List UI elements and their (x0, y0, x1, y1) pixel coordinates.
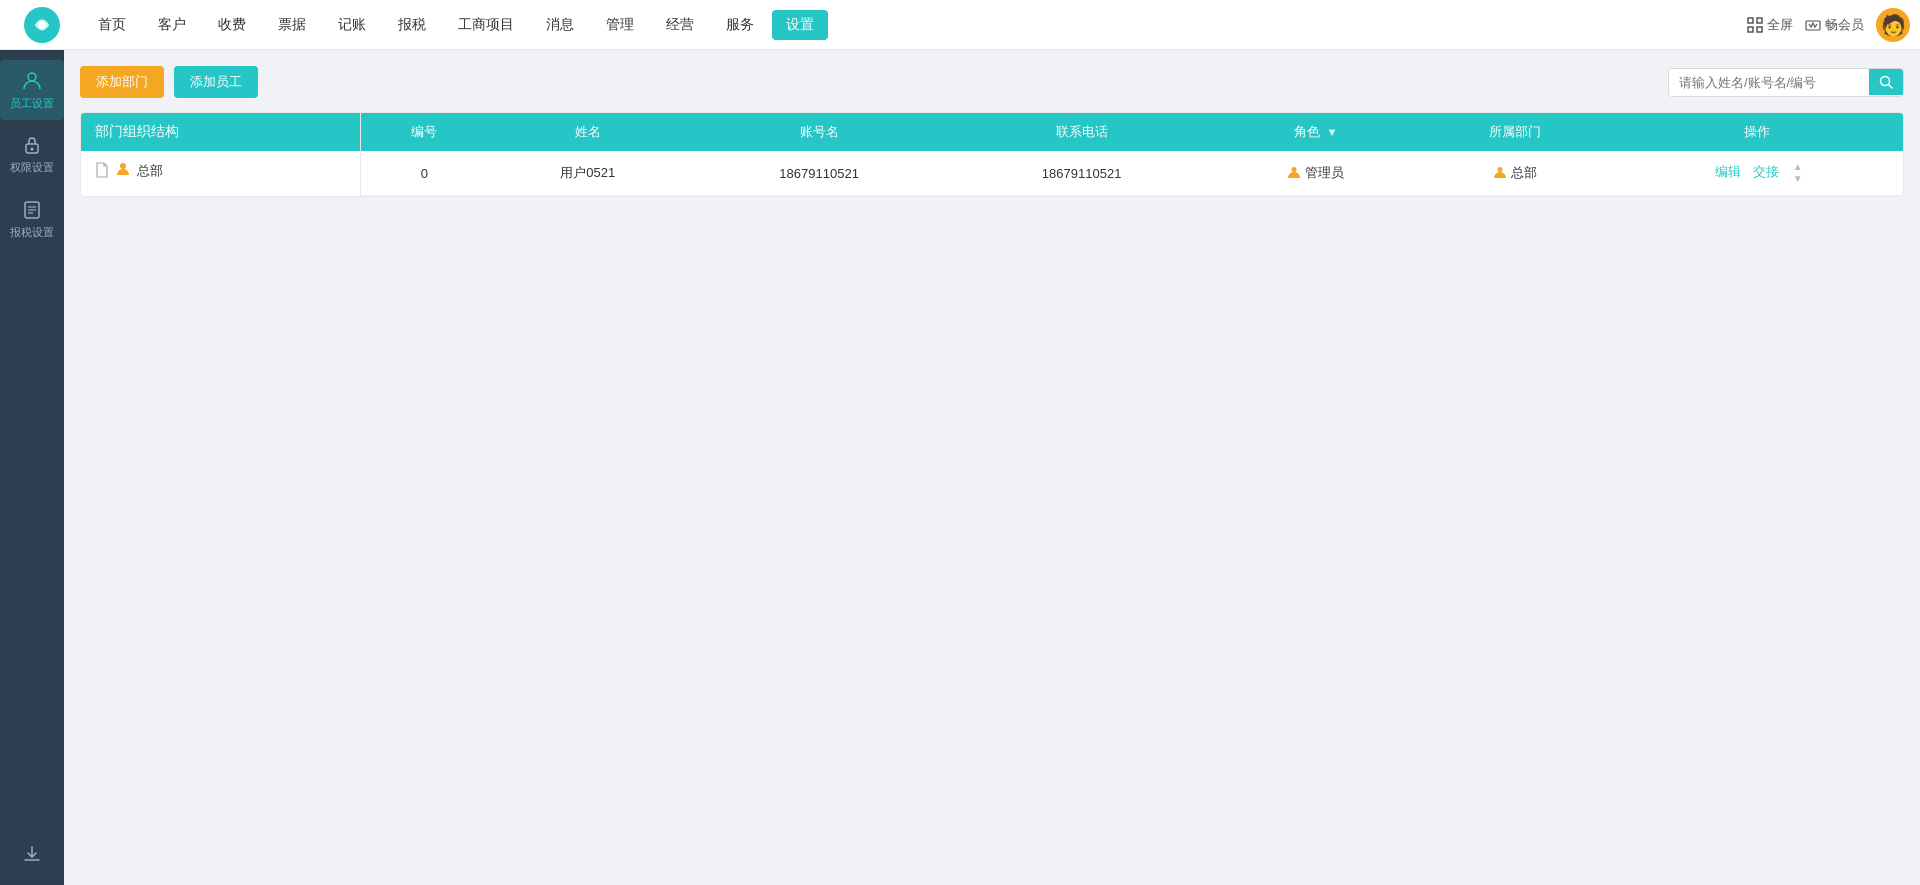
tax-settings-icon (21, 199, 43, 221)
table-header-row: 编号 姓名 账号名 联系电话 角色 ▼ 所属部门 操作 (361, 113, 1903, 151)
cell-action: 编辑 交接 ▲ ▼ (1611, 151, 1903, 196)
nav-fee[interactable]: 收费 (204, 10, 260, 40)
svg-rect-4 (1748, 27, 1753, 32)
col-action: 操作 (1611, 113, 1903, 151)
scroll-down-arrow: ▼ (1793, 173, 1803, 185)
add-emp-button[interactable]: 添加员工 (174, 66, 258, 98)
nav-business[interactable]: 工商项目 (444, 10, 528, 40)
svg-rect-3 (1757, 18, 1762, 23)
sidebar-download-button[interactable] (0, 833, 64, 875)
scroll-up-arrow: ▲ (1793, 161, 1803, 173)
filter-icon: ▼ (1326, 126, 1337, 138)
main-content: 添加部门 添加员工 部门组织结构 (64, 50, 1920, 885)
col-role[interactable]: 角色 ▼ (1213, 113, 1418, 151)
lock-icon (21, 134, 43, 156)
file-icon (95, 162, 109, 181)
dept-tree: 部门组织结构 总部 (81, 113, 361, 196)
nav-client[interactable]: 客户 (144, 10, 200, 40)
nav-tax[interactable]: 报税 (384, 10, 440, 40)
content-area: 部门组织结构 总部 (80, 112, 1904, 197)
role-user-icon (1287, 165, 1301, 182)
cell-dept: 总部 (1418, 151, 1611, 196)
cell-phone: 18679110521 (950, 151, 1213, 196)
search-input[interactable] (1669, 69, 1869, 96)
nav-home[interactable]: 首页 (84, 10, 140, 40)
svg-point-1 (38, 21, 45, 28)
col-role-label: 角色 (1294, 124, 1320, 139)
vip-label: 畅会员 (1825, 16, 1864, 34)
role-badge: 管理员 (1287, 164, 1344, 182)
sidebar-permission-label: 权限设置 (10, 160, 54, 174)
vip-button[interactable]: 畅会员 (1805, 16, 1864, 34)
nav-service[interactable]: 服务 (712, 10, 768, 40)
sidebar: 员工设置 权限设置 报税设置 (0, 50, 64, 885)
nav-accounting[interactable]: 记账 (324, 10, 380, 40)
col-phone: 联系电话 (950, 113, 1213, 151)
sidebar-item-employee[interactable]: 员工设置 (0, 60, 64, 120)
col-dept: 所属部门 (1418, 113, 1611, 151)
nav-operation[interactable]: 经营 (652, 10, 708, 40)
top-navigation: 首页 客户 收费 票据 记账 报税 工商项目 消息 管理 经营 服务 设置 全屏 (0, 0, 1920, 50)
nav-invoice[interactable]: 票据 (264, 10, 320, 40)
sidebar-item-tax-settings[interactable]: 报税设置 (0, 189, 64, 249)
app-logo[interactable] (10, 7, 74, 43)
employee-icon (21, 70, 43, 92)
col-name: 姓名 (488, 113, 688, 151)
top-nav-right: 全屏 畅会员 🧑 (1747, 8, 1910, 42)
search-box (1668, 68, 1904, 97)
nav-settings[interactable]: 设置 (772, 10, 828, 40)
cell-role: 管理员 (1213, 151, 1418, 196)
toolbar: 添加部门 添加员工 (80, 66, 1904, 98)
dept-user-icon (115, 161, 131, 181)
cell-account: 18679110521 (688, 151, 951, 196)
svg-point-9 (31, 148, 34, 151)
role-name: 管理员 (1305, 164, 1344, 182)
svg-point-7 (28, 73, 36, 81)
fullscreen-button[interactable]: 全屏 (1747, 16, 1793, 34)
dept-name-cell: 总部 (1511, 164, 1537, 182)
sidebar-employee-label: 员工设置 (10, 96, 54, 110)
nav-menu: 首页 客户 收费 票据 记账 报税 工商项目 消息 管理 经营 服务 设置 (84, 10, 1747, 40)
edit-link[interactable]: 编辑 (1715, 164, 1741, 179)
nav-manage[interactable]: 管理 (592, 10, 648, 40)
svg-point-18 (1497, 167, 1502, 172)
transfer-link[interactable]: 交接 (1753, 164, 1779, 179)
employee-table-wrapper: 编号 姓名 账号名 联系电话 角色 ▼ 所属部门 操作 0 (361, 113, 1903, 196)
avatar[interactable]: 🧑 (1876, 8, 1910, 42)
table-row: 0 用户0521 18679110521 18679110521 (361, 151, 1903, 196)
svg-point-16 (120, 163, 126, 169)
svg-point-17 (1292, 167, 1297, 172)
sidebar-item-permission[interactable]: 权限设置 (0, 124, 64, 184)
svg-rect-5 (1757, 27, 1762, 32)
employee-table: 编号 姓名 账号名 联系电话 角色 ▼ 所属部门 操作 0 (361, 113, 1903, 196)
add-dept-button[interactable]: 添加部门 (80, 66, 164, 98)
cell-id: 0 (361, 151, 488, 196)
dept-tree-item-headquarters[interactable]: 总部 (81, 151, 360, 191)
col-id: 编号 (361, 113, 488, 151)
fullscreen-label: 全屏 (1767, 16, 1793, 34)
dept-name-headquarters: 总部 (137, 162, 163, 180)
row-scroll-arrows: ▲ ▼ (1793, 161, 1803, 185)
search-button[interactable] (1869, 69, 1903, 95)
download-icon (21, 843, 43, 865)
dept-badge: 总部 (1493, 164, 1537, 182)
cell-name: 用户0521 (488, 151, 688, 196)
svg-rect-2 (1748, 18, 1753, 23)
sidebar-tax-settings-label: 报税设置 (10, 225, 54, 239)
dept-user-icon-table (1493, 165, 1507, 182)
svg-line-15 (1889, 85, 1893, 89)
dept-tree-header: 部门组织结构 (81, 113, 360, 151)
col-account: 账号名 (688, 113, 951, 151)
nav-message[interactable]: 消息 (532, 10, 588, 40)
